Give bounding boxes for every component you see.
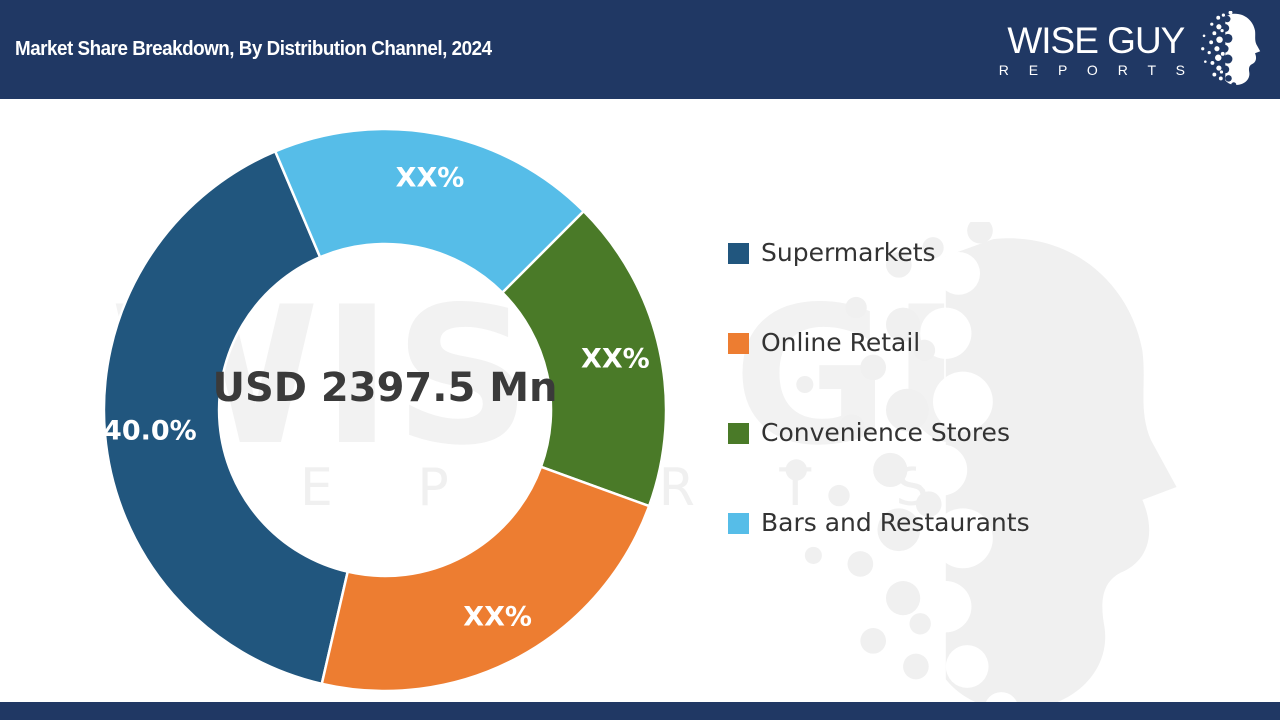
page: WISE GU E P O R T S USD 2397.5 Mn 40.0%X… [0, 0, 1280, 720]
legend-swatch-online-retail [728, 332, 749, 354]
chart-legend: Supermarkets Online Retail Convenience S… [728, 240, 1030, 600]
logo-subtitle: R E P O R T S [998, 61, 1193, 78]
legend-label: Convenience Stores [761, 418, 1010, 447]
segment-value-label: XX% [463, 601, 532, 633]
logo-text: WISE GUY R E P O R T S [998, 19, 1193, 78]
page-title: Market Share Breakdown, By Distribution … [15, 38, 492, 60]
legend-swatch-supermarkets [728, 242, 749, 264]
legend-swatch-convenience-stores [728, 422, 749, 444]
segment-value-label: 40.0% [103, 415, 197, 447]
segment-value-label: XX% [581, 343, 650, 375]
logo-wordmark: WISE GUY [1007, 19, 1185, 61]
header-bar: Market Share Breakdown, By Distribution … [0, 0, 1280, 99]
legend-label: Online Retail [761, 328, 921, 357]
segment-value-label: XX% [395, 162, 465, 194]
footer-bar [0, 702, 1280, 720]
legend-swatch-bars-restaurants [728, 512, 749, 534]
legend-label: Bars and Restaurants [761, 508, 1030, 537]
logo-face-icon [1195, 10, 1266, 89]
donut-segment-online-retail [320, 465, 651, 693]
wise-guy-logo: WISE GUY R E P O R T S [998, 10, 1266, 89]
legend-item: Convenience Stores [728, 420, 1030, 446]
legend-item: Bars and Restaurants [728, 510, 1030, 536]
legend-item: Supermarkets [728, 240, 1030, 266]
legend-label: Supermarkets [761, 238, 936, 267]
legend-item: Online Retail [728, 330, 1030, 356]
